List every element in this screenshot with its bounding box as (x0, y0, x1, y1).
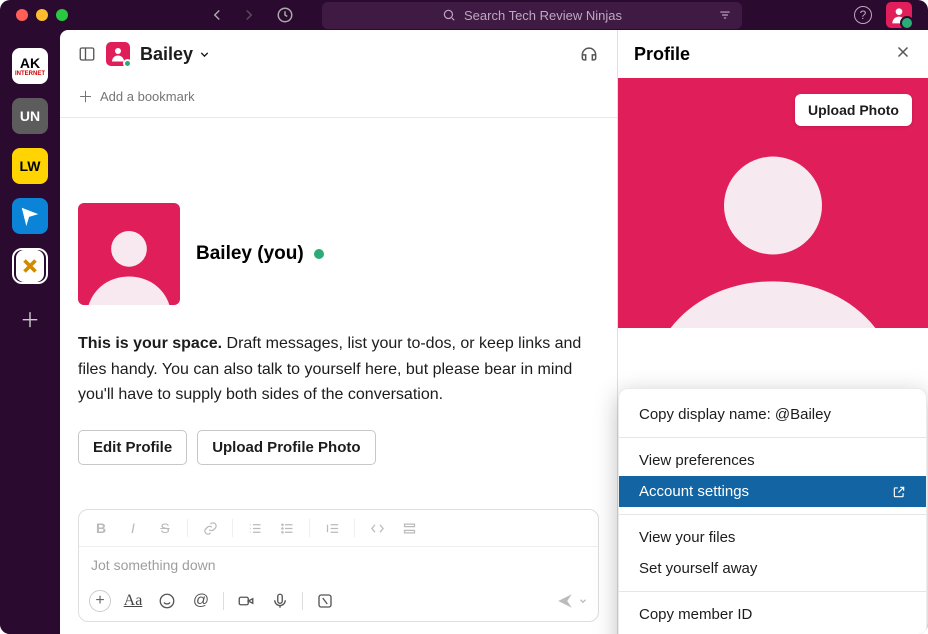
menu-set-away[interactable]: Set yourself away (619, 553, 926, 584)
zoom-window[interactable] (56, 9, 68, 21)
format-toggle[interactable]: Aa (121, 589, 145, 613)
composer-format-toolbar: B I S (79, 510, 598, 547)
workspace-item[interactable]: AK INTERNET (12, 48, 48, 84)
send-button[interactable] (556, 592, 588, 610)
edit-profile-button[interactable]: Edit Profile (78, 430, 187, 465)
workspace-item[interactable]: LW (12, 148, 48, 184)
link-button[interactable] (198, 517, 222, 539)
attach-button[interactable]: + (89, 590, 111, 612)
app-window: Search Tech Review Ninjas ? AK INTERNET … (0, 0, 928, 634)
user-avatar-button[interactable] (886, 2, 912, 28)
person-icon (633, 118, 913, 328)
profile-context-menu: Copy display name: @Bailey View preferen… (618, 388, 927, 634)
composer-input[interactable]: Jot something down (79, 547, 598, 583)
chevron-down-icon (198, 48, 211, 61)
workspace-item-active[interactable] (12, 248, 48, 284)
workspace-rail: AK INTERNET UN LW ＋ (0, 30, 60, 634)
profile-photo: Upload Photo (618, 78, 928, 328)
close-window[interactable] (16, 9, 28, 21)
back-icon[interactable] (208, 6, 226, 24)
upload-profile-photo-button[interactable]: Upload Profile Photo (197, 430, 375, 465)
person-icon (889, 5, 909, 25)
menu-view-files[interactable]: View your files (619, 522, 926, 553)
filter-icon[interactable] (718, 8, 732, 22)
presence-indicator (314, 249, 324, 259)
menu-copy-member-id[interactable]: Copy member ID (619, 599, 926, 630)
bullet-list-button[interactable] (275, 517, 299, 539)
bookmark-bar[interactable]: ＋ Add a bookmark (60, 78, 617, 118)
forward-icon[interactable] (240, 6, 258, 24)
bold-button[interactable]: B (89, 517, 113, 539)
codeblock-button[interactable] (397, 517, 421, 539)
person-icon (78, 213, 180, 305)
add-workspace-button[interactable]: ＋ (20, 304, 40, 333)
plus-icon: ＋ (78, 86, 93, 107)
external-link-icon (892, 485, 906, 499)
composer-actions: + Aa @ (79, 583, 598, 621)
help-icon[interactable]: ? (854, 6, 872, 24)
window-controls (16, 9, 68, 21)
italic-button[interactable]: I (121, 517, 145, 539)
topright: ? (854, 2, 912, 28)
blockquote-button[interactable] (320, 517, 344, 539)
video-button[interactable] (234, 589, 258, 613)
x-icon (19, 255, 41, 277)
chevron-down-icon (578, 596, 588, 606)
upload-photo-button[interactable]: Upload Photo (795, 94, 912, 126)
pen-icon (19, 205, 41, 227)
emoji-button[interactable] (155, 589, 179, 613)
mic-button[interactable] (268, 589, 292, 613)
search-placeholder: Search Tech Review Ninjas (464, 8, 622, 23)
channel-avatar (106, 42, 130, 66)
code-button[interactable] (365, 517, 389, 539)
titlebar: Search Tech Review Ninjas ? (0, 0, 928, 30)
ordered-list-button[interactable] (243, 517, 267, 539)
mention-button[interactable]: @ (189, 589, 213, 613)
self-avatar (78, 203, 180, 305)
menu-account-settings[interactable]: Account settings (619, 476, 926, 507)
workspace-item[interactable]: UN (12, 98, 48, 134)
search-icon (442, 8, 456, 22)
channel-header: Bailey (60, 30, 617, 78)
menu-copy-link-profile[interactable]: Copy link to profile (619, 630, 926, 634)
space-description: This is your space. Draft messages, list… (78, 331, 599, 408)
profile-title: Profile (634, 44, 690, 65)
history-icon[interactable] (276, 6, 294, 24)
huddle-icon[interactable] (579, 44, 599, 64)
shortcuts-button[interactable] (313, 589, 337, 613)
message-composer: B I S (78, 509, 599, 622)
profile-panel: Profile Upload Photo Copy display name: … (618, 30, 928, 634)
self-name: Bailey (you) (196, 243, 304, 265)
menu-view-preferences[interactable]: View preferences (619, 445, 926, 476)
workspace-item[interactable] (12, 198, 48, 234)
minimize-window[interactable] (36, 9, 48, 21)
close-profile-button[interactable] (894, 43, 912, 66)
channel-pane: Bailey ＋ Add a bookmark (60, 30, 618, 634)
sidebar-toggle-icon[interactable] (78, 45, 96, 63)
nav-arrows (208, 6, 294, 24)
channel-title[interactable]: Bailey (140, 44, 211, 65)
search-bar[interactable]: Search Tech Review Ninjas (322, 2, 742, 29)
menu-copy-display-name[interactable]: Copy display name: @Bailey (619, 399, 926, 430)
strike-button[interactable]: S (153, 517, 177, 539)
